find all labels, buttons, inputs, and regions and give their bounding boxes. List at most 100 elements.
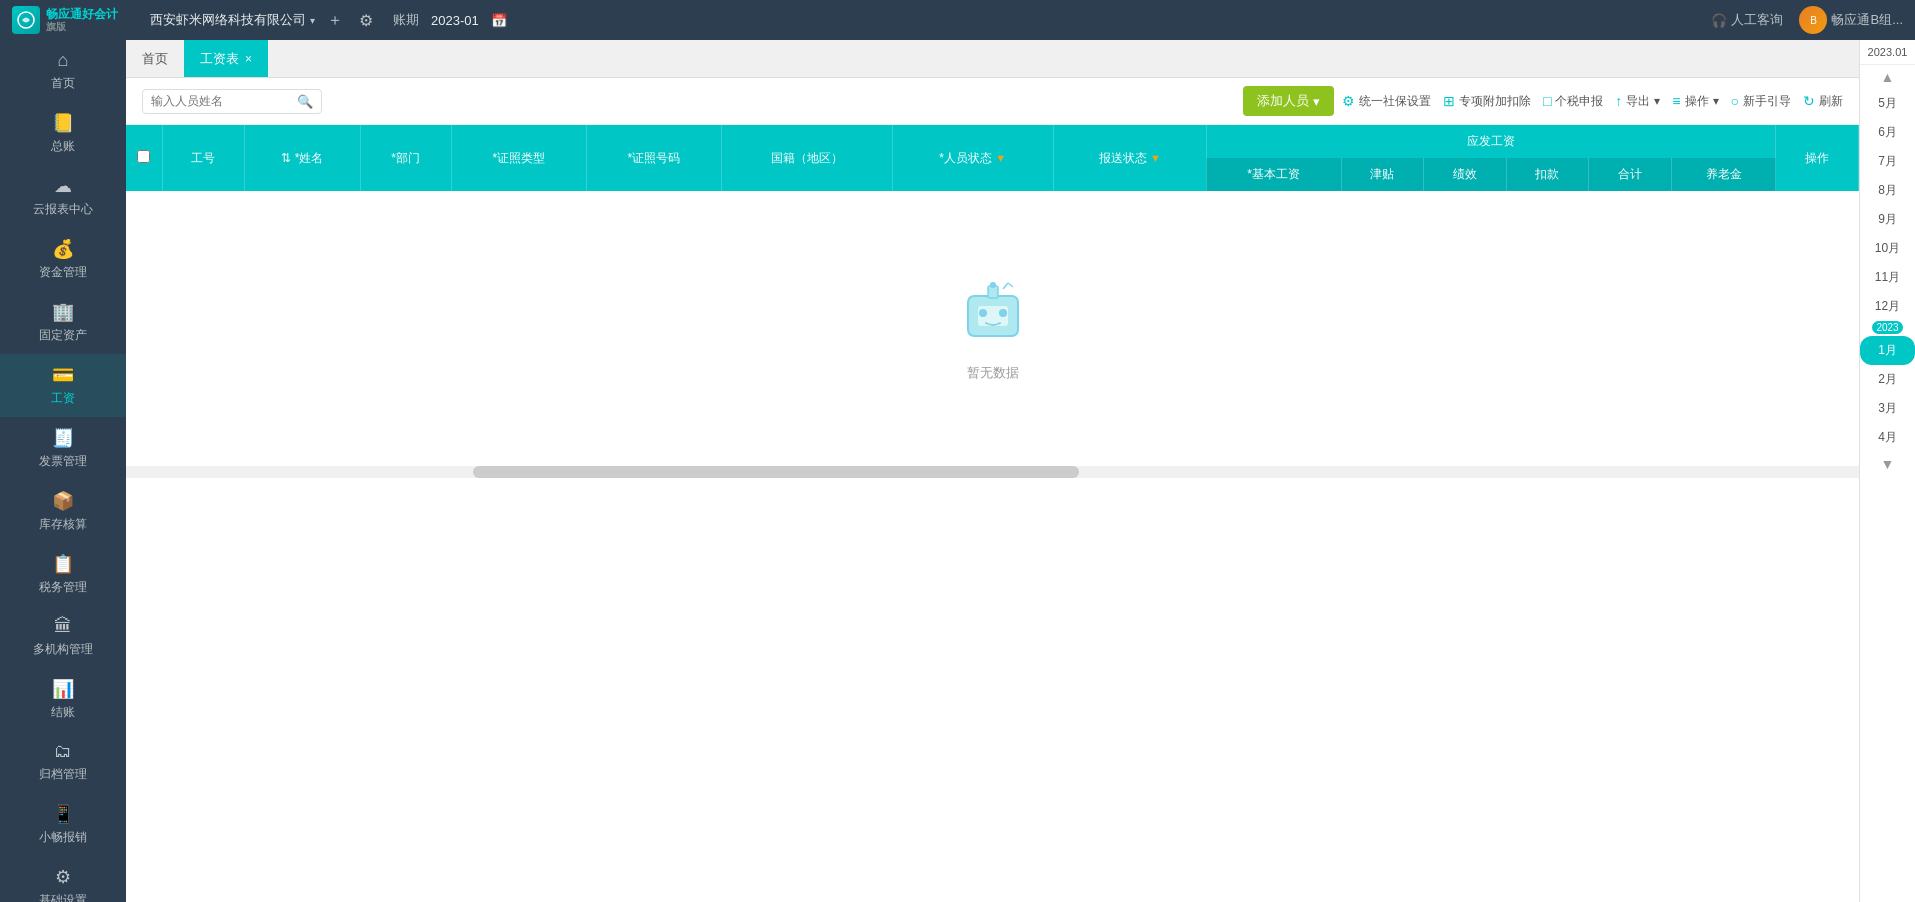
sidebar-item-archive[interactable]: 🗂 归档管理 — [0, 731, 126, 793]
th-personnel-status[interactable]: *人员状态 ▼ — [892, 125, 1053, 191]
company-dropdown-icon[interactable]: ▾ — [310, 15, 315, 26]
guide-btn[interactable]: ○ 新手引导 — [1731, 93, 1791, 110]
sidebar-item-salary[interactable]: 💳 工资 — [0, 354, 126, 417]
scrollbar-thumb[interactable] — [473, 466, 1080, 478]
sidebar-label-tax: 税务管理 — [39, 579, 87, 596]
month-8[interactable]: 8月 — [1860, 176, 1915, 205]
th-dept: *部门 — [360, 125, 451, 191]
sidebar-item-ledger[interactable]: 📒 总账 — [0, 102, 126, 165]
month-2[interactable]: 2月 — [1860, 365, 1915, 394]
logo-icon — [12, 6, 40, 34]
support-label: 人工客询 — [1731, 11, 1783, 29]
sidebar-item-tax[interactable]: 📋 税务管理 — [0, 543, 126, 606]
calendar-icon[interactable]: 📅 — [491, 13, 507, 28]
year-badge: 2023 — [1872, 321, 1902, 334]
sidebar-label-close: 结账 — [51, 704, 75, 721]
refresh-btn[interactable]: ↻ 刷新 — [1803, 93, 1843, 110]
th-checkbox[interactable] — [126, 125, 162, 191]
personnel-status-filter-icon: ▼ — [995, 152, 1006, 164]
sidebar-label-expense: 小畅报销 — [39, 829, 87, 846]
scrollbar-track[interactable] — [126, 466, 1859, 478]
sidebar-label-salary: 工资 — [51, 390, 75, 407]
ledger-icon: 📒 — [52, 112, 74, 134]
add-company-button[interactable]: ＋ — [323, 6, 347, 35]
month-9[interactable]: 9月 — [1860, 205, 1915, 234]
multi-org-icon: 🏛 — [54, 616, 72, 637]
select-all-checkbox[interactable] — [137, 150, 150, 163]
search-box[interactable]: 🔍 — [142, 89, 322, 114]
right-panel-header: 2023.01 — [1860, 40, 1915, 65]
operations-arrow: ▾ — [1713, 94, 1719, 108]
sidebar-item-settings[interactable]: ⚙ 基础设置 — [0, 856, 126, 902]
guide-circle-icon: ○ — [1731, 93, 1739, 109]
scroll-down-arrow[interactable]: ▼ — [1881, 452, 1895, 476]
sidebar-item-invoice[interactable]: 🧾 发票管理 — [0, 417, 126, 480]
th-report-status[interactable]: 报送状态 ▼ — [1053, 125, 1206, 191]
export-label: 导出 — [1626, 93, 1650, 110]
settings-button[interactable]: ⚙ — [355, 7, 377, 34]
company-name: 西安虾米网络科技有限公司 — [150, 11, 306, 29]
headset-icon: 🎧 — [1711, 13, 1727, 28]
export-btn[interactable]: ↑ 导出 ▾ — [1615, 93, 1660, 110]
th-pension: 养老金 — [1671, 158, 1776, 191]
sidebar-item-assets[interactable]: 🏢 固定资产 — [0, 291, 126, 354]
sidebar-label-archive: 归档管理 — [39, 766, 87, 783]
social-security-btn[interactable]: ⚙ 统一社保设置 — [1342, 93, 1431, 110]
th-nationality: 国籍（地区） — [722, 125, 893, 191]
tax-icon: 📋 — [52, 553, 74, 575]
sidebar-item-funds[interactable]: 💰 资金管理 — [0, 228, 126, 291]
sidebar-item-home[interactable]: ⌂ 首页 — [0, 40, 126, 102]
tax-declaration-btn[interactable]: □ 个税申报 — [1543, 93, 1603, 110]
special-deduction-icon: ⊞ — [1443, 93, 1455, 109]
company-selector[interactable]: 西安虾米网络科技有限公司 ▾ — [150, 11, 315, 29]
month-6[interactable]: 6月 — [1860, 118, 1915, 147]
content-area: 首页 工资表 × 🔍 添加人员 ▾ ⚙ 统一社保设置 — [126, 40, 1859, 902]
month-5[interactable]: 5月 — [1860, 89, 1915, 118]
sidebar-item-inventory[interactable]: 📦 库存核算 — [0, 480, 126, 543]
special-deduction-btn[interactable]: ⊞ 专项附加扣除 — [1443, 93, 1531, 110]
month-3[interactable]: 3月 — [1860, 394, 1915, 423]
tab-home[interactable]: 首页 — [126, 40, 184, 77]
top-header: 畅应通好会计 旗版 西安虾米网络科技有限公司 ▾ ＋ ⚙ 账期 2023-01 … — [0, 0, 1915, 40]
add-person-label: 添加人员 — [1257, 92, 1309, 110]
search-input[interactable] — [151, 94, 291, 108]
tab-home-label: 首页 — [142, 50, 168, 68]
tab-salary-label: 工资表 — [200, 50, 239, 68]
scroll-up-arrow[interactable]: ▲ — [1881, 65, 1895, 89]
cloud-icon: ☁ — [54, 175, 72, 197]
sidebar-item-close-accounts[interactable]: 📊 结账 — [0, 668, 126, 731]
export-icon: ↑ — [1615, 93, 1622, 109]
support-button[interactable]: 🎧 人工客询 — [1711, 11, 1783, 29]
table-container: 工号 ⇅ *姓名 *部门 *证照类型 *证照号码 国籍（地区） *人员状态 ▼ … — [126, 125, 1859, 902]
social-security-label: 统一社保设置 — [1359, 93, 1431, 110]
svg-line-8 — [1008, 283, 1013, 287]
month-1-active[interactable]: 1月 — [1860, 336, 1915, 365]
th-name: ⇅ *姓名 — [245, 125, 361, 191]
svg-point-4 — [999, 309, 1007, 317]
th-id-type: *证照类型 — [451, 125, 586, 191]
sidebar-item-multi-org[interactable]: 🏛 多机构管理 — [0, 606, 126, 668]
tax-declaration-label: 个税申报 — [1555, 93, 1603, 110]
tab-close-icon[interactable]: × — [245, 52, 252, 66]
operations-btn[interactable]: ≡ 操作 ▾ — [1672, 93, 1718, 110]
svg-point-3 — [979, 309, 987, 317]
month-7[interactable]: 7月 — [1860, 147, 1915, 176]
th-id-no: *证照号码 — [586, 125, 721, 191]
th-deduction: 扣款 — [1506, 158, 1589, 191]
month-4[interactable]: 4月 — [1860, 423, 1915, 452]
main-layout: ⌂ 首页 📒 总账 ☁ 云报表中心 💰 资金管理 🏢 固定资产 💳 工资 🧾 发… — [0, 40, 1915, 902]
month-11[interactable]: 11月 — [1860, 263, 1915, 292]
month-10[interactable]: 10月 — [1860, 234, 1915, 263]
sidebar-label-home: 首页 — [51, 75, 75, 92]
sidebar-item-expense[interactable]: 📱 小畅报销 — [0, 793, 126, 856]
month-12[interactable]: 12月 — [1860, 292, 1915, 321]
sidebar: ⌂ 首页 📒 总账 ☁ 云报表中心 💰 资金管理 🏢 固定资产 💳 工资 🧾 发… — [0, 40, 126, 902]
search-icon: 🔍 — [297, 94, 313, 109]
sidebar-label-ledger: 总账 — [51, 138, 75, 155]
user-menu[interactable]: B 畅应通B组... — [1799, 6, 1903, 34]
assets-icon: 🏢 — [52, 301, 74, 323]
sidebar-item-cloud-report[interactable]: ☁ 云报表中心 — [0, 165, 126, 228]
add-person-button[interactable]: 添加人员 ▾ — [1243, 86, 1334, 116]
prev-year-section: 5月 6月 7月 8月 9月 10月 11月 12月 — [1860, 89, 1915, 321]
tab-salary[interactable]: 工资表 × — [184, 40, 268, 77]
